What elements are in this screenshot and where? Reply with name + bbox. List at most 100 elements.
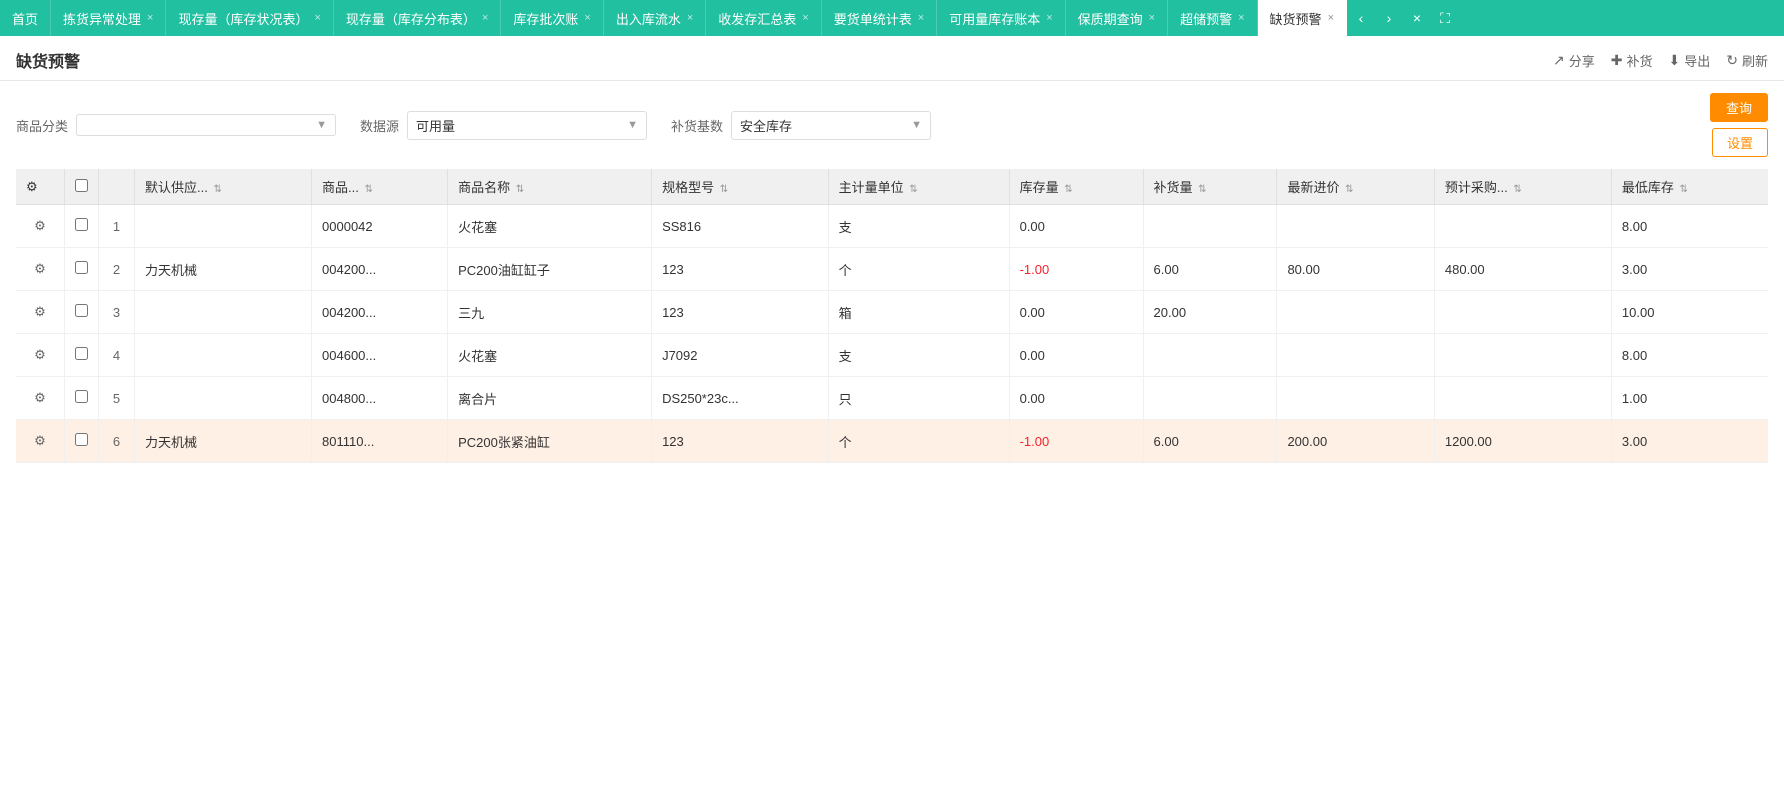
tab-close-shortage[interactable]: × [1328,12,1334,24]
row-min-stock: 8.00 [1611,205,1768,248]
row-checkbox[interactable] [75,304,88,317]
export-button[interactable]: ⬇ 导出 [1669,51,1711,70]
header-actions: ↗ 分享 ✚ 补货 ⬇ 导出 ↻ 刷新 [1553,51,1768,70]
row-product-name: PC200张紧油缸 [448,420,652,463]
share-button[interactable]: ↗ 分享 [1553,51,1595,70]
row-product-name: 火花塞 [448,334,652,377]
row-gear-icon[interactable]: ⚙ [26,427,54,455]
row-checkbox[interactable] [75,433,88,446]
query-button[interactable]: 查询 [1710,93,1768,122]
tab-order-stat[interactable]: 要货单统计表 × [822,0,937,36]
sort-min-stock-icon: ⇅ [1680,184,1688,195]
category-select[interactable]: ▼ [76,114,336,136]
category-chevron-icon: ▼ [316,119,327,131]
row-unit: 箱 [828,291,1009,334]
tab-abnormal[interactable]: 拣货异常处理 × [51,0,166,36]
row-checkbox-cell [65,248,99,291]
tab-close-expiry-query[interactable]: × [1149,12,1155,24]
replenish-basis-value: 安全库存 [740,116,792,135]
tab-expiry-query[interactable]: 保质期查询 × [1066,0,1168,36]
tab-close-btn[interactable]: × [1403,0,1431,36]
row-gear-icon[interactable]: ⚙ [26,212,54,240]
tab-inventory-dist[interactable]: 现存量（库存分布表） × [334,0,501,36]
row-stock: 0.00 [1009,334,1143,377]
row-checkbox[interactable] [75,390,88,403]
col-stock[interactable]: 库存量 ⇅ [1009,169,1143,205]
col-product-code[interactable]: 商品... ⇅ [312,169,448,205]
row-supplier [135,291,312,334]
tab-inout-flow[interactable]: 出入库流水 × [604,0,706,36]
settings-button[interactable]: 设置 [1712,128,1768,157]
select-all-checkbox[interactable] [75,179,88,192]
row-latest-price [1277,291,1434,334]
tab-home[interactable]: 首页 [0,0,51,36]
row-gear-cell: ⚙ [16,377,65,420]
row-gear-cell: ⚙ [16,291,65,334]
datasource-select[interactable]: 可用量 ▼ [407,111,647,140]
sort-latest-price-icon: ⇅ [1345,184,1353,195]
tab-collect-sum[interactable]: 收发存汇总表 × [706,0,821,36]
row-est-purchase [1434,291,1611,334]
row-gear-icon[interactable]: ⚙ [26,384,54,412]
row-stock: 0.00 [1009,291,1143,334]
row-checkbox-cell [65,334,99,377]
col-est-purchase[interactable]: 预计采购... ⇅ [1434,169,1611,205]
row-gear-icon[interactable]: ⚙ [26,341,54,369]
tab-close-avail-ledger[interactable]: × [1046,12,1052,24]
replenish-basis-select[interactable]: 安全库存 ▼ [731,111,931,140]
row-unit: 个 [828,420,1009,463]
replenish-icon: ✚ [1611,52,1623,69]
row-stock: 0.00 [1009,377,1143,420]
sort-supplier-icon: ⇅ [213,184,221,195]
tab-close-inventory-status[interactable]: × [314,12,320,24]
replenish-basis-chevron-icon: ▼ [911,119,922,131]
row-checkbox[interactable] [75,261,88,274]
sort-replenish-qty-icon: ⇅ [1198,184,1206,195]
col-replenish-qty[interactable]: 补货量 ⇅ [1143,169,1277,205]
row-product-code: 0000042 [312,205,448,248]
tab-close-inventory-dist[interactable]: × [482,12,488,24]
filter-actions: 查询 设置 [1710,93,1768,157]
tab-close-inout-flow[interactable]: × [687,12,693,24]
row-unit: 只 [828,377,1009,420]
col-latest-price[interactable]: 最新进价 ⇅ [1277,169,1434,205]
row-est-purchase: 1200.00 [1434,420,1611,463]
sort-product-name-icon: ⇅ [516,184,524,195]
row-checkbox[interactable] [75,218,88,231]
tab-nav-next[interactable]: › [1375,0,1403,36]
replenish-button[interactable]: ✚ 补货 [1611,51,1653,70]
tab-close-abnormal[interactable]: × [147,12,153,24]
refresh-button[interactable]: ↻ 刷新 [1726,51,1768,70]
row-gear-icon[interactable]: ⚙ [26,255,54,283]
tab-fullscreen-btn[interactable]: ⛶ [1431,0,1459,36]
col-checkbox [65,169,99,205]
row-product-code: 801110... [312,420,448,463]
tab-avail-ledger[interactable]: 可用量库存账本 × [937,0,1065,36]
col-rownum [99,169,135,205]
tab-batch[interactable]: 库存批次账 × [501,0,603,36]
col-gear[interactable]: ⚙ [16,169,65,205]
row-checkbox[interactable] [75,347,88,360]
table-row: ⚙ 6 力天机械 801110... PC200张紧油缸 123 个 -1.00… [16,420,1768,463]
col-product-name[interactable]: 商品名称 ⇅ [448,169,652,205]
col-min-stock[interactable]: 最低库存 ⇅ [1611,169,1768,205]
tab-overstock[interactable]: 超储预警 × [1168,0,1257,36]
tab-close-batch[interactable]: × [584,12,590,24]
export-icon: ⬇ [1669,52,1681,69]
category-filter-group: 商品分类 ▼ [16,114,336,136]
col-spec[interactable]: 规格型号 ⇅ [652,169,829,205]
tab-inventory-status[interactable]: 现存量（库存状况表） × [166,0,333,36]
row-latest-price: 200.00 [1277,420,1434,463]
tab-nav-prev[interactable]: ‹ [1347,0,1375,36]
col-supplier[interactable]: 默认供应... ⇅ [135,169,312,205]
row-product-code: 004200... [312,291,448,334]
tab-close-overstock[interactable]: × [1238,12,1244,24]
tab-close-order-stat[interactable]: × [918,12,924,24]
tab-shortage[interactable]: 缺货预警 × [1258,0,1347,36]
page-header: 缺货预警 ↗ 分享 ✚ 补货 ⬇ 导出 ↻ 刷新 [0,36,1784,81]
row-replenish-qty [1143,334,1277,377]
col-unit[interactable]: 主计量单位 ⇅ [828,169,1009,205]
row-spec: DS250*23c... [652,377,829,420]
tab-close-collect-sum[interactable]: × [802,12,808,24]
row-gear-icon[interactable]: ⚙ [26,298,54,326]
